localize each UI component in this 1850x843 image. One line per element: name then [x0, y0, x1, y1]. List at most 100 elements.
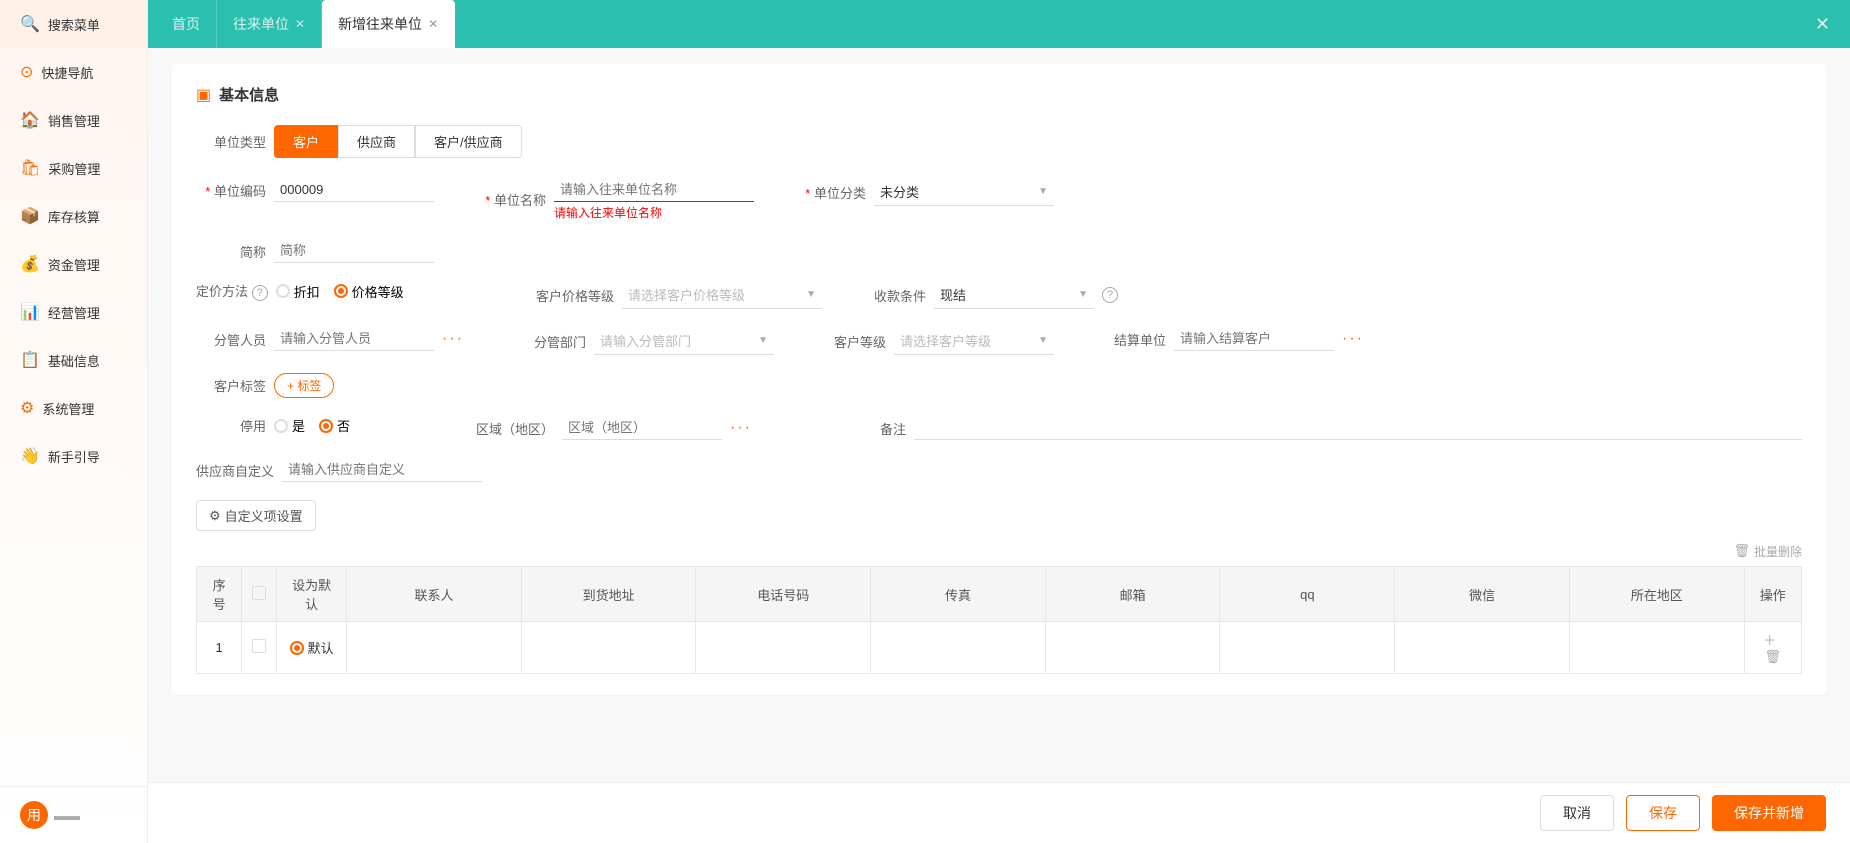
- settlement-more-icon[interactable]: ···: [1342, 330, 1364, 348]
- customer-level-select[interactable]: 请选择客户等级 ▼: [894, 327, 1054, 355]
- supplier-custom-label: 供应商自定义: [196, 461, 274, 480]
- short-name-input[interactable]: [274, 239, 434, 263]
- sidebar-item-system[interactable]: ⚙ 系统管理: [0, 384, 147, 432]
- type-btn-both[interactable]: 客户/供应商: [415, 125, 522, 158]
- section-header: ▣ 基本信息: [196, 84, 1802, 105]
- save-new-button[interactable]: 保存并新增: [1712, 795, 1826, 831]
- dept-chevron: ▼: [758, 335, 768, 346]
- payment-select[interactable]: 现结 ▼: [934, 281, 1094, 309]
- contacts-table: 序号 设为默认 联系人 到货地址 电话号码 传真 邮箱 qq 微信 所在地区 操…: [196, 566, 1802, 674]
- contact-input[interactable]: [357, 640, 511, 655]
- address-input[interactable]: [532, 640, 686, 655]
- supervisor-row: 分管人员 ··· 分管部门 请输入分管部门 ▼ 客户等级 请选择客户等级 ▼: [196, 327, 1802, 355]
- unit-type-field: 单位类型 客户 供应商 客户/供应商: [196, 125, 1802, 158]
- unit-code-input[interactable]: [274, 178, 434, 202]
- th-region: 所在地区: [1569, 567, 1744, 622]
- cancel-button[interactable]: 取消: [1540, 795, 1614, 831]
- disable-field: 停用 是 否: [196, 416, 476, 435]
- disable-yes-radio[interactable]: 是: [274, 416, 305, 435]
- sidebar-bar-icon: ▬▬: [54, 808, 80, 823]
- search-icon: 🔍: [20, 14, 40, 34]
- sidebar-item-quicknav[interactable]: ⊙ 快捷导航: [0, 48, 147, 96]
- cell-phone[interactable]: [696, 622, 871, 674]
- supervisor-more-icon[interactable]: ···: [442, 330, 464, 348]
- table-area: 🗑 批量删除 序号 设为默认 联系人 到货地址 电话号码 传真 邮箱: [196, 543, 1802, 674]
- row-checkbox[interactable]: [252, 639, 266, 653]
- phone-input[interactable]: [706, 640, 860, 655]
- cell-location[interactable]: [1569, 622, 1744, 674]
- wechat-input[interactable]: [1405, 640, 1559, 655]
- disable-no-radio[interactable]: 否: [319, 416, 350, 435]
- custom-settings-button[interactable]: ⚙ 自定义项设置: [196, 500, 316, 531]
- tab-bar-close-all[interactable]: ✕: [1803, 14, 1842, 35]
- cell-qq[interactable]: [1220, 622, 1395, 674]
- disable-radio-group: 是 否: [274, 416, 350, 435]
- price-level-radio-circle: [334, 284, 348, 298]
- remark-input[interactable]: [914, 416, 1802, 440]
- discount-radio-circle: [276, 284, 290, 298]
- email-input[interactable]: [1056, 640, 1210, 655]
- customer-price-select[interactable]: 请选择客户价格等级 ▼: [622, 281, 822, 309]
- cell-default: 默认: [277, 622, 347, 674]
- unit-category-field: * 单位分类 未分类 ▼: [796, 178, 1802, 206]
- batch-delete-icon: 🗑: [1733, 543, 1750, 560]
- th-fax: 传真: [871, 567, 1046, 622]
- sidebar-item-purchase[interactable]: 🛍 采购管理: [0, 144, 147, 192]
- unit-category-select[interactable]: 未分类 ▼: [874, 178, 1054, 206]
- supplier-custom-input[interactable]: [282, 458, 482, 482]
- row-default-radio[interactable]: 默认: [287, 638, 336, 657]
- region-input[interactable]: [562, 416, 722, 440]
- cell-fax[interactable]: [871, 622, 1046, 674]
- sidebar-item-inventory[interactable]: 📦 库存核算: [0, 192, 147, 240]
- dept-field: 分管部门 请输入分管部门 ▼: [516, 327, 816, 355]
- settlement-input[interactable]: [1174, 327, 1334, 351]
- sidebar-item-finance[interactable]: 💰 资金管理: [0, 240, 147, 288]
- tab-home[interactable]: 首页: [156, 0, 217, 48]
- tags-row: 客户标签 + 标签: [196, 373, 1802, 398]
- cell-wechat[interactable]: [1395, 622, 1570, 674]
- fax-input[interactable]: [881, 640, 1035, 655]
- sidebar-item-newbie[interactable]: 👋 新手引导: [0, 432, 147, 480]
- pricing-level-radio[interactable]: 价格等级: [334, 282, 404, 301]
- sales-icon: 🏠: [20, 110, 40, 130]
- unit-name-input[interactable]: [554, 178, 754, 202]
- no-radio-circle: [319, 419, 333, 433]
- region-more-icon[interactable]: ···: [730, 419, 752, 437]
- type-btn-supplier[interactable]: 供应商: [338, 125, 415, 158]
- sidebar-item-search[interactable]: 🔍 搜索菜单: [0, 0, 147, 48]
- pricing-help-icon[interactable]: ?: [252, 285, 268, 301]
- batch-delete-btn[interactable]: 批量删除: [1754, 543, 1802, 560]
- row-delete-icon[interactable]: 🗑: [1765, 649, 1782, 664]
- th-default: 设为默认: [277, 567, 347, 622]
- pricing-discount-radio[interactable]: 折扣: [276, 282, 320, 301]
- payment-help-icon[interactable]: ?: [1102, 287, 1118, 303]
- cell-email[interactable]: [1045, 622, 1220, 674]
- sidebar: 🔍 搜索菜单 ⊙ 快捷导航 🏠 销售管理 🛍 采购管理 📦 库存核算 💰 资金管…: [0, 0, 148, 843]
- short-name-field: 简称: [196, 239, 476, 263]
- save-button[interactable]: 保存: [1626, 795, 1700, 831]
- tab-new-partner[interactable]: 新增往来单位 ✕: [322, 0, 455, 48]
- location-input[interactable]: [1580, 640, 1734, 655]
- cell-address[interactable]: [521, 622, 696, 674]
- th-wechat: 微信: [1395, 567, 1570, 622]
- row-add-icon[interactable]: ＋: [1763, 633, 1776, 648]
- supplier-custom-field: 供应商自定义: [196, 458, 1802, 482]
- supervisor-field: 分管人员 ···: [196, 327, 516, 351]
- dept-select[interactable]: 请输入分管部门 ▼: [594, 327, 774, 355]
- add-tag-button[interactable]: + 标签: [274, 373, 334, 398]
- form-card: ▣ 基本信息 单位类型 客户 供应商 客户/供应商 * 单位: [172, 64, 1826, 694]
- qq-input[interactable]: [1230, 640, 1384, 655]
- table-row: 1 默认: [197, 622, 1802, 674]
- sidebar-item-sales[interactable]: 🏠 销售管理: [0, 96, 147, 144]
- sidebar-item-basic[interactable]: 📋 基础信息: [0, 336, 147, 384]
- select-all-checkbox[interactable]: [252, 586, 266, 600]
- tab-partners[interactable]: 往来单位 ✕: [217, 0, 322, 48]
- settlement-field: 结算单位 ···: [1096, 327, 1802, 351]
- customer-level-label: 客户等级: [816, 332, 886, 351]
- tab-partners-close[interactable]: ✕: [295, 17, 305, 31]
- type-btn-customer[interactable]: 客户: [274, 125, 338, 158]
- tab-new-partner-close[interactable]: ✕: [428, 17, 438, 31]
- cell-contact[interactable]: [347, 622, 522, 674]
- supervisor-input[interactable]: [274, 327, 434, 351]
- sidebar-item-operations[interactable]: 📊 经营管理: [0, 288, 147, 336]
